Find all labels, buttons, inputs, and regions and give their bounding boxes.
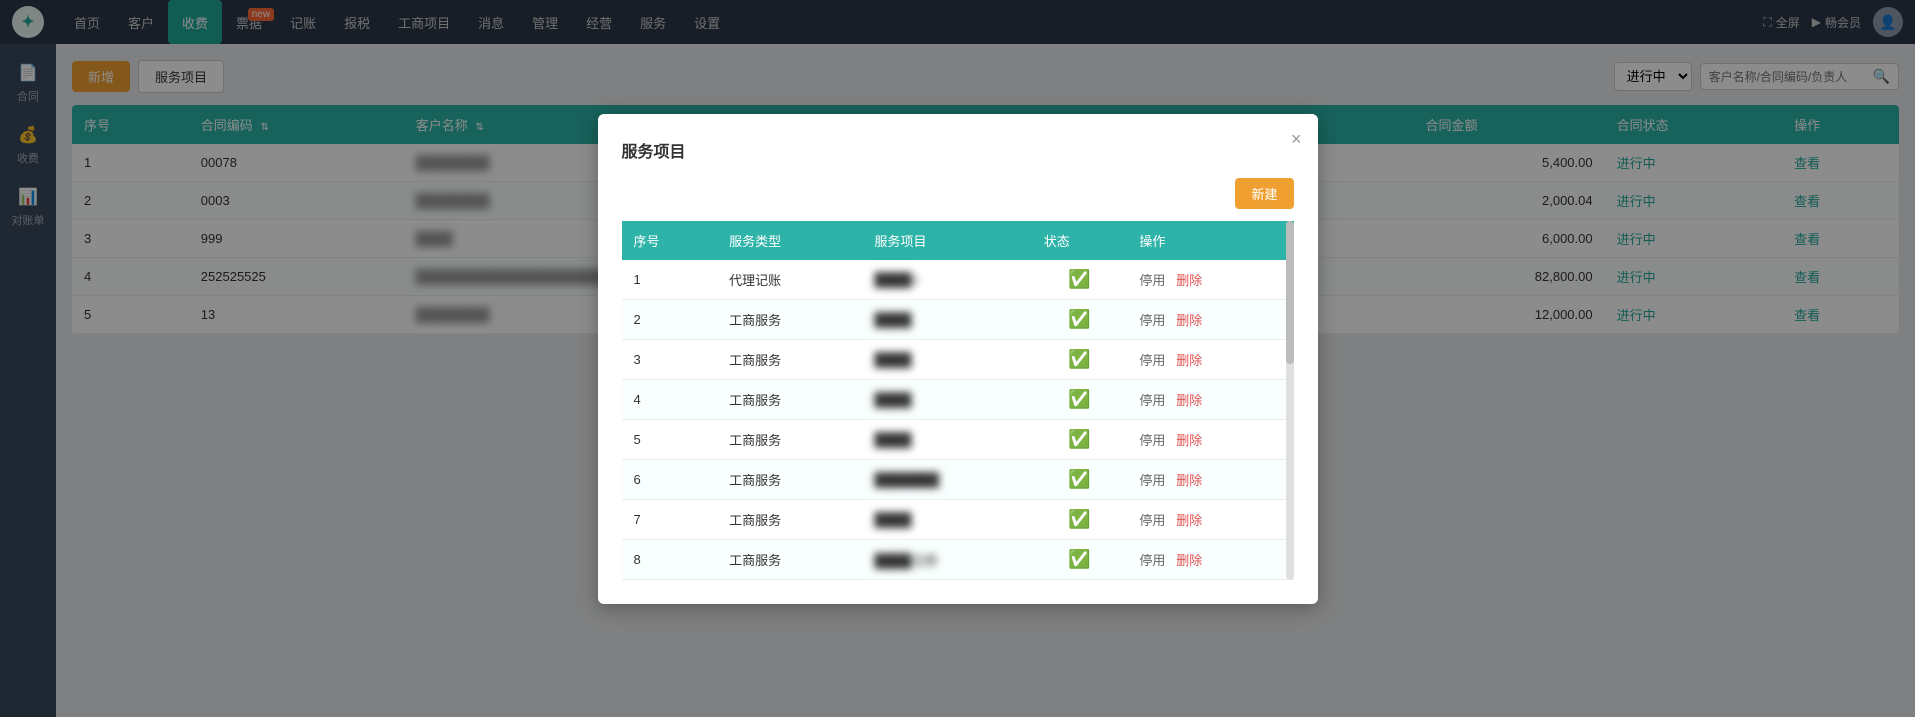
modal-cell-seq: 4 xyxy=(622,379,718,419)
modal-cell-action: 停用 删除 xyxy=(1127,419,1293,459)
modal-cell-status: ✅ xyxy=(1032,459,1128,499)
delete-button[interactable]: 删除 xyxy=(1176,473,1202,488)
modal-cell-status: ✅ xyxy=(1032,539,1128,579)
status-check-icon: ✅ xyxy=(1068,469,1090,489)
modal-cell-item: ████ xyxy=(863,379,1032,419)
modal-col-seq: 序号 xyxy=(622,221,718,260)
modal-cell-action: 停用 删除 xyxy=(1127,459,1293,499)
scrollbar[interactable] xyxy=(1286,221,1294,580)
modal-col-item: 服务项目 xyxy=(863,221,1032,260)
modal-cell-type: 代理记账 xyxy=(717,260,862,300)
modal-cell-type: 工商服务 xyxy=(717,499,862,539)
stop-button[interactable]: 停用 xyxy=(1139,273,1165,288)
modal-cell-seq: 7 xyxy=(622,499,718,539)
modal-cell-action: 停用 删除 xyxy=(1127,499,1293,539)
status-check-icon: ✅ xyxy=(1068,549,1090,569)
status-check-icon: ✅ xyxy=(1068,429,1090,449)
modal-cell-item: ████ xyxy=(863,499,1032,539)
stop-button[interactable]: 停用 xyxy=(1139,433,1165,448)
scrollbar-thumb xyxy=(1286,221,1294,365)
modal-col-status: 状态 xyxy=(1032,221,1128,260)
status-check-icon: ✅ xyxy=(1068,389,1090,409)
modal-cell-action: 停用 删除 xyxy=(1127,379,1293,419)
modal-cell-status: ✅ xyxy=(1032,260,1128,300)
delete-button[interactable]: 删除 xyxy=(1176,513,1202,528)
modal-title: 服务项目 xyxy=(622,138,1294,162)
stop-button[interactable]: 停用 xyxy=(1139,353,1165,368)
modal-cell-action: 停用 删除 xyxy=(1127,299,1293,339)
modal-cell-item: ████ xyxy=(863,299,1032,339)
stop-button[interactable]: 停用 xyxy=(1139,313,1165,328)
status-check-icon: ✅ xyxy=(1068,309,1090,329)
modal-cell-seq: 5 xyxy=(622,419,718,459)
modal-cell-type: 工商服务 xyxy=(717,419,862,459)
service-items-modal: × 服务项目 新建 序号 服务类型 服务项目 状态 操作 1 代理记账 ██ xyxy=(598,114,1318,604)
service-items-table: 序号 服务类型 服务项目 状态 操作 1 代理记账 ████1 ✅ 停用 删除 … xyxy=(622,221,1294,580)
modal-cell-seq: 3 xyxy=(622,339,718,379)
modal-cell-status: ✅ xyxy=(1032,499,1128,539)
modal-close-button[interactable]: × xyxy=(1291,130,1302,148)
modal-cell-item: ████注册 xyxy=(863,539,1032,579)
modal-new-button[interactable]: 新建 xyxy=(1235,178,1293,209)
modal-table-row: 4 工商服务 ████ ✅ 停用 删除 xyxy=(622,379,1294,419)
stop-button[interactable]: 停用 xyxy=(1139,513,1165,528)
modal-overlay[interactable]: × 服务项目 新建 序号 服务类型 服务项目 状态 操作 1 代理记账 ██ xyxy=(0,0,1915,717)
delete-button[interactable]: 删除 xyxy=(1176,393,1202,408)
stop-button[interactable]: 停用 xyxy=(1139,393,1165,408)
modal-cell-item: ████ xyxy=(863,419,1032,459)
modal-col-action: 操作 xyxy=(1127,221,1293,260)
modal-cell-item: ████ xyxy=(863,339,1032,379)
modal-cell-status: ✅ xyxy=(1032,379,1128,419)
modal-col-type: 服务类型 xyxy=(717,221,862,260)
modal-cell-seq: 1 xyxy=(622,260,718,300)
modal-cell-type: 工商服务 xyxy=(717,539,862,579)
modal-cell-item: ███████ xyxy=(863,459,1032,499)
modal-table-row: 1 代理记账 ████1 ✅ 停用 删除 xyxy=(622,260,1294,300)
modal-table-row: 6 工商服务 ███████ ✅ 停用 删除 xyxy=(622,459,1294,499)
modal-cell-seq: 6 xyxy=(622,459,718,499)
stop-button[interactable]: 停用 xyxy=(1139,473,1165,488)
modal-table-wrap: 序号 服务类型 服务项目 状态 操作 1 代理记账 ████1 ✅ 停用 删除 … xyxy=(622,221,1294,580)
modal-table-row: 3 工商服务 ████ ✅ 停用 删除 xyxy=(622,339,1294,379)
delete-button[interactable]: 删除 xyxy=(1176,313,1202,328)
modal-cell-type: 工商服务 xyxy=(717,459,862,499)
modal-cell-action: 停用 删除 xyxy=(1127,260,1293,300)
status-check-icon: ✅ xyxy=(1068,509,1090,529)
modal-toolbar: 新建 xyxy=(622,178,1294,209)
delete-button[interactable]: 删除 xyxy=(1176,553,1202,568)
modal-table-row: 5 工商服务 ████ ✅ 停用 删除 xyxy=(622,419,1294,459)
modal-cell-type: 工商服务 xyxy=(717,339,862,379)
delete-button[interactable]: 删除 xyxy=(1176,273,1202,288)
modal-cell-action: 停用 删除 xyxy=(1127,339,1293,379)
modal-cell-type: 工商服务 xyxy=(717,379,862,419)
modal-table-row: 2 工商服务 ████ ✅ 停用 删除 xyxy=(622,299,1294,339)
modal-cell-item: ████1 xyxy=(863,260,1032,300)
modal-table-row: 7 工商服务 ████ ✅ 停用 删除 xyxy=(622,499,1294,539)
modal-cell-status: ✅ xyxy=(1032,299,1128,339)
modal-cell-status: ✅ xyxy=(1032,339,1128,379)
delete-button[interactable]: 删除 xyxy=(1176,433,1202,448)
modal-header-row: 序号 服务类型 服务项目 状态 操作 xyxy=(622,221,1294,260)
modal-cell-seq: 2 xyxy=(622,299,718,339)
status-check-icon: ✅ xyxy=(1068,349,1090,369)
modal-table-body: 1 代理记账 ████1 ✅ 停用 删除 2 工商服务 ████ ✅ 停用 删除… xyxy=(622,260,1294,580)
delete-button[interactable]: 删除 xyxy=(1176,353,1202,368)
modal-table-row: 8 工商服务 ████注册 ✅ 停用 删除 xyxy=(622,539,1294,579)
status-check-icon: ✅ xyxy=(1068,269,1090,289)
modal-cell-type: 工商服务 xyxy=(717,299,862,339)
stop-button[interactable]: 停用 xyxy=(1139,553,1165,568)
modal-cell-seq: 8 xyxy=(622,539,718,579)
modal-cell-status: ✅ xyxy=(1032,419,1128,459)
modal-cell-action: 停用 删除 xyxy=(1127,539,1293,579)
